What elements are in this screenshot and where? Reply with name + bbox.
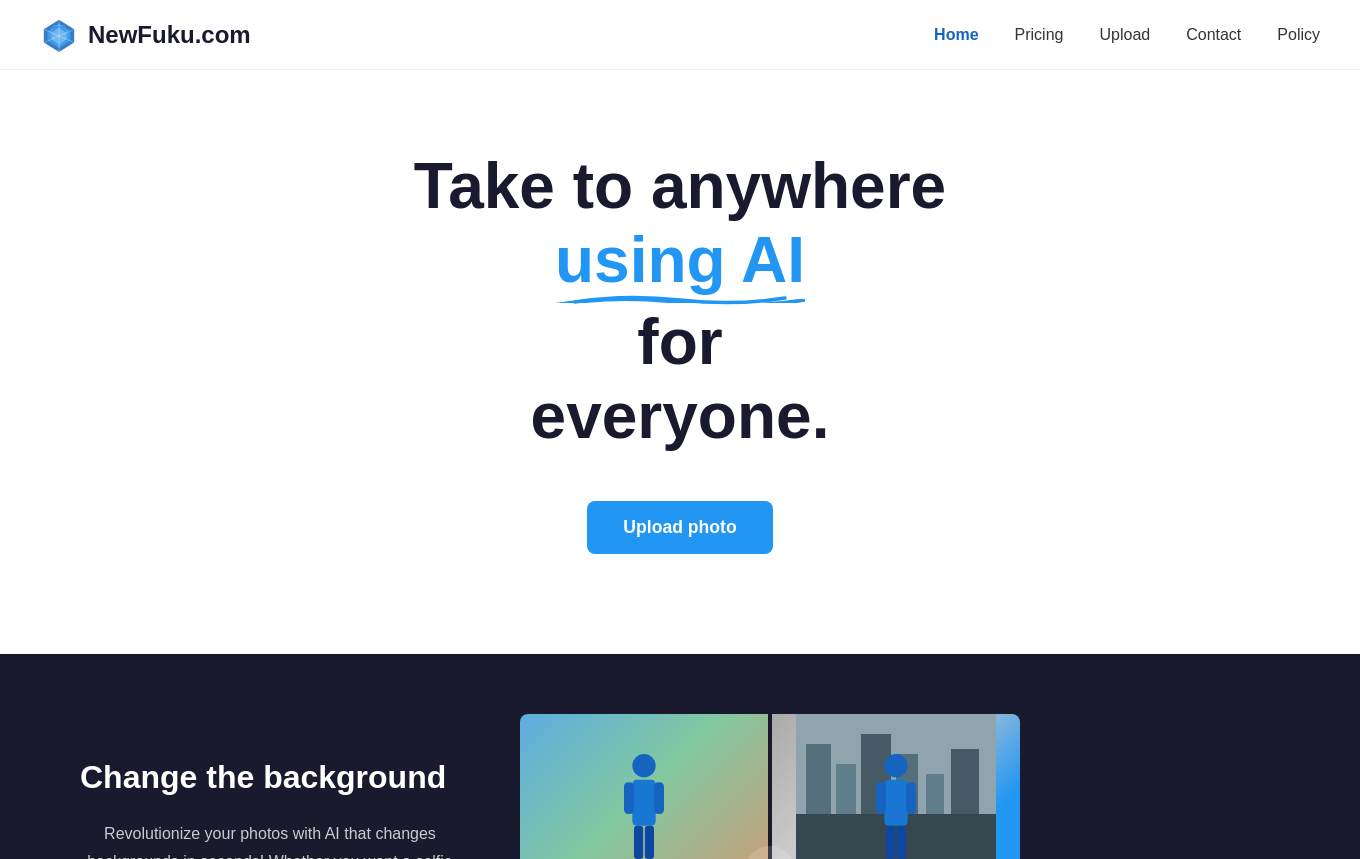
nav-policy[interactable]: Policy <box>1277 26 1320 43</box>
svg-rect-23 <box>876 783 886 815</box>
nav-upload[interactable]: Upload <box>1099 26 1150 43</box>
svg-rect-12 <box>645 826 654 859</box>
hero-title-rest: for <box>637 306 722 378</box>
hero-section: Take to anywhere using AI for everyone. … <box>0 70 1360 654</box>
person-figure-2 <box>871 749 921 859</box>
svg-point-21 <box>884 754 907 777</box>
features-description: Revolutionize your photos with AI that c… <box>80 820 460 859</box>
svg-rect-10 <box>654 783 664 815</box>
nav-menu: Home Pricing Upload Contact Policy <box>934 26 1320 44</box>
logo-icon <box>40 16 78 54</box>
svg-rect-11 <box>634 826 643 859</box>
svg-rect-24 <box>906 783 916 815</box>
brand-name: NewFuku.com <box>88 21 251 49</box>
hero-title-line1: Take to anywhere <box>414 150 946 222</box>
svg-rect-9 <box>624 783 634 815</box>
features-text-area: Change the background Revolutionize your… <box>80 759 460 859</box>
nav-home[interactable]: Home <box>934 26 978 43</box>
svg-rect-25 <box>886 826 895 859</box>
hero-title-line3: everyone. <box>531 380 830 452</box>
hero-title: Take to anywhere using AI for everyone. <box>230 150 1130 453</box>
background-change-demo: ⤢ <box>520 714 1020 859</box>
features-section: Change the background Revolutionize your… <box>0 654 1360 859</box>
logo-link[interactable]: NewFuku.com <box>40 16 251 54</box>
svg-rect-22 <box>884 780 907 826</box>
hero-cta-area: Upload photo <box>40 501 1320 554</box>
person-figure-1 <box>619 749 669 859</box>
navbar: NewFuku.com Home Pricing Upload Contact … <box>0 0 1360 70</box>
upload-photo-button[interactable]: Upload photo <box>587 501 772 554</box>
demo-image-original <box>520 714 768 859</box>
arrows-icon: ⤢ <box>758 854 782 859</box>
demo-image-city <box>772 714 1020 859</box>
svg-rect-26 <box>897 826 906 859</box>
nav-pricing[interactable]: Pricing <box>1015 26 1064 43</box>
nav-contact[interactable]: Contact <box>1186 26 1241 43</box>
svg-point-7 <box>632 754 655 777</box>
features-heading: Change the background <box>80 759 460 796</box>
svg-rect-8 <box>632 780 655 826</box>
hero-title-ai: using AI <box>555 224 805 298</box>
